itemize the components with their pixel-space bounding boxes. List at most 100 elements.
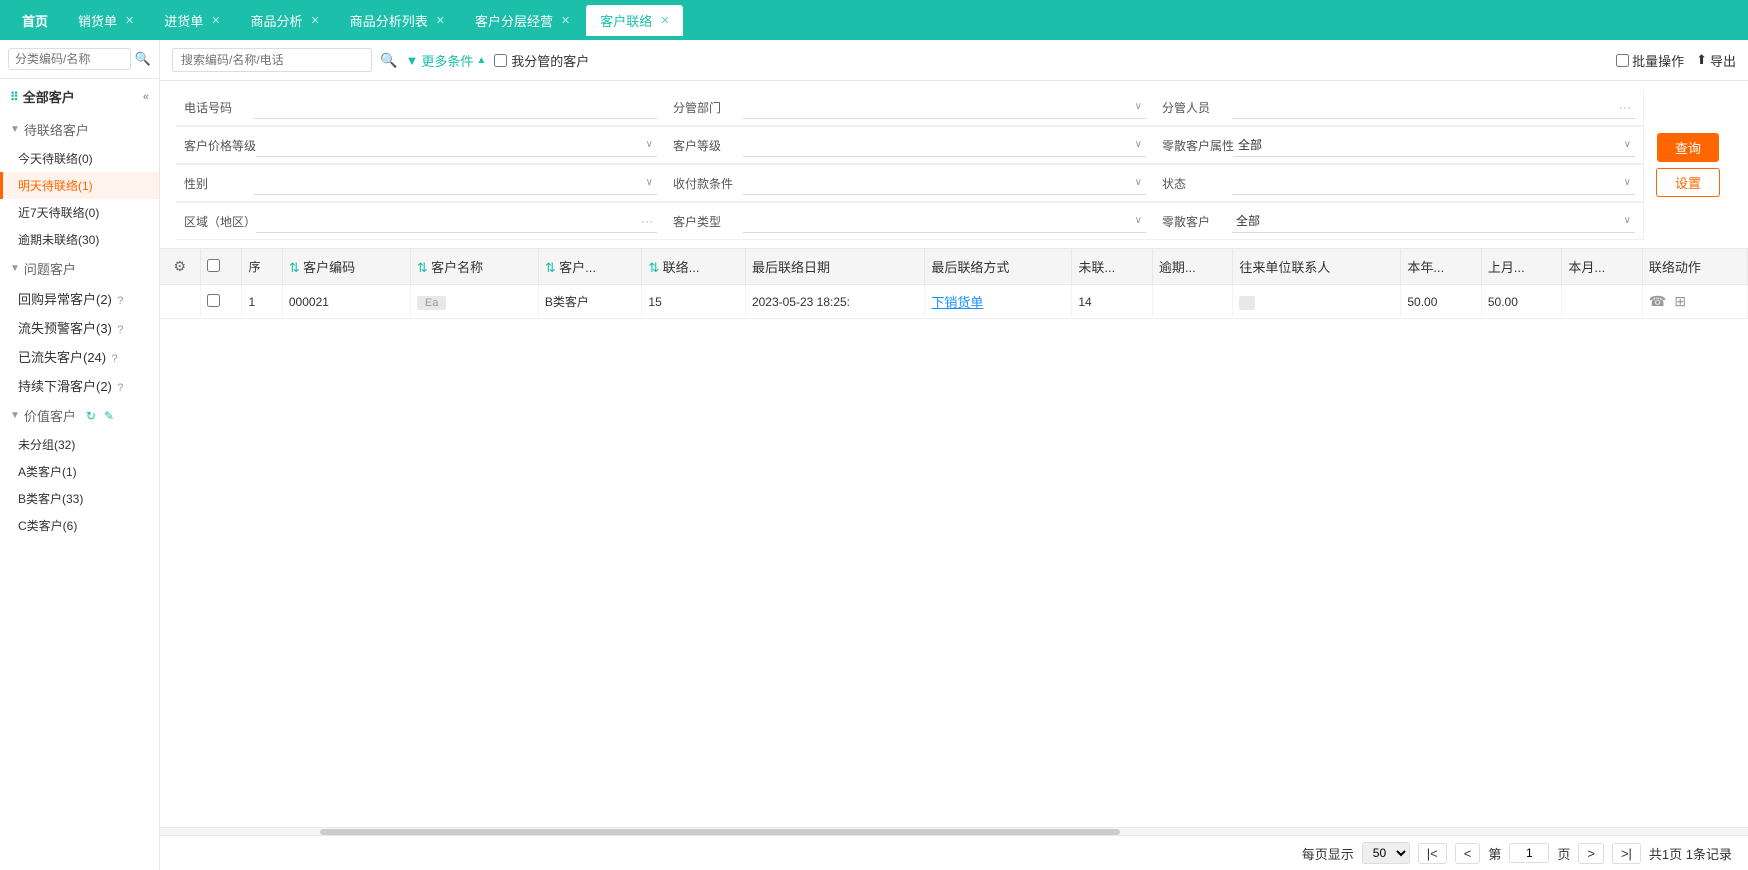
th-last-month[interactable]: 上月... — [1481, 249, 1562, 285]
th-this-year[interactable]: 本年... — [1401, 249, 1482, 285]
set-button[interactable]: 设置 — [1656, 168, 1720, 197]
export-button[interactable]: ⬆ 导出 — [1696, 51, 1736, 70]
gender-select[interactable]: ∨ — [254, 171, 657, 195]
sidebar-item-tomorrow[interactable]: 明天待联络(1) — [0, 172, 159, 199]
retail-customer-select[interactable]: 全部 ∨ — [1232, 209, 1635, 233]
customer-level-select[interactable]: ∨ — [743, 133, 1146, 157]
sidebar-item-7days[interactable]: 近7天待联络(0) — [0, 199, 159, 226]
status-select[interactable]: ∨ — [1232, 171, 1635, 195]
top-nav: 首页 销货单 ✕ 进货单 ✕ 商品分析 ✕ 商品分析列表 ✕ 客户分层经营 ✕ … — [0, 0, 1748, 40]
sidebar-item-repurchase[interactable]: 回购异常客户(2) ? — [0, 284, 159, 313]
nav-close-sales[interactable]: ✕ — [125, 14, 134, 27]
th-name[interactable]: ⇅ 客户名称 — [410, 249, 538, 285]
th-overdue[interactable]: 逾期... — [1152, 249, 1233, 285]
th-this-month[interactable]: 本月... — [1562, 249, 1643, 285]
th-num[interactable]: 序 — [242, 249, 282, 285]
sidebar-collapse-icon[interactable]: « — [143, 91, 149, 103]
td-num: 1 — [242, 285, 282, 319]
sidebar-item-ungrouped[interactable]: 未分组(32) — [0, 431, 159, 458]
region-input[interactable]: ··· — [256, 209, 657, 233]
nav-close-purchase[interactable]: ✕ — [211, 14, 220, 27]
sidebar-item-a-class[interactable]: A类客户(1) — [0, 458, 159, 485]
customer-type-select[interactable]: ∨ — [743, 209, 1146, 233]
price-level-label: 客户价格等级 — [184, 137, 256, 154]
page-size-select[interactable]: 50 — [1362, 842, 1410, 864]
nav-product-analysis[interactable]: 商品分析 ✕ — [236, 5, 333, 36]
batch-op-checkbox[interactable] — [1616, 54, 1629, 67]
sidebar-item-b-class[interactable]: B类客户(33) — [0, 485, 159, 512]
sidebar-search-icon[interactable]: 🔍 — [135, 51, 151, 67]
search-input[interactable] — [172, 48, 372, 72]
sidebar-value-group[interactable]: ▼ 价值客户 ↻ ✎ — [0, 400, 159, 431]
dept-select[interactable]: ∨ — [743, 95, 1146, 119]
td-last-method[interactable]: 下销货单 — [925, 285, 1072, 319]
last-page-button[interactable]: >| — [1612, 843, 1641, 864]
more-conditions-button[interactable]: ▼ 更多条件 ▲ — [405, 51, 486, 70]
price-level-select[interactable]: ∨ — [256, 133, 657, 157]
manager-input[interactable]: ··· — [1232, 95, 1635, 119]
th-customer-type[interactable]: ⇅ 客户... — [538, 249, 642, 285]
td-this-year: 50.00 — [1401, 285, 1482, 319]
select-all-checkbox[interactable] — [207, 259, 220, 272]
search-button[interactable]: 🔍 — [380, 52, 397, 69]
nav-close-product-list[interactable]: ✕ — [436, 14, 445, 27]
sidebar-item-declining[interactable]: 持续下滑客户(2) ? — [0, 371, 159, 400]
sidebar-problem-group[interactable]: ▼ 问题客户 — [0, 253, 159, 284]
nav-home[interactable]: 首页 — [8, 5, 62, 36]
action-phone-icon[interactable]: ☎ — [1649, 293, 1666, 310]
sidebar-item-churn-warning[interactable]: 流失预警客户(3) ? — [0, 313, 159, 342]
nav-product-analysis-list[interactable]: 商品分析列表 ✕ — [336, 5, 459, 36]
next-page-button[interactable]: > — [1578, 843, 1604, 864]
query-button[interactable]: 查询 — [1657, 133, 1719, 162]
refresh-icon[interactable]: ↻ — [86, 409, 96, 423]
sidebar-search-input[interactable] — [8, 48, 131, 70]
last-contact-link[interactable]: 下销货单 — [931, 295, 983, 310]
nav-purchase-order[interactable]: 进货单 ✕ — [150, 5, 234, 36]
th-contact[interactable]: ⇅ 联络... — [642, 249, 746, 285]
nav-customer-contact[interactable]: 客户联络 ✕ — [586, 5, 683, 36]
manager-dots-icon[interactable]: ··· — [1619, 100, 1631, 114]
sidebar-all-customers[interactable]: ⠿ 全部客户 « — [0, 79, 159, 114]
sidebar-item-c-class[interactable]: C类客户(6) — [0, 512, 159, 539]
th-unit-contact[interactable]: 往来单位联系人 — [1233, 249, 1401, 285]
table-row: 1 000021 Ea B类客户 15 2023-05-23 18:25: 下销… — [160, 285, 1748, 319]
scrollbar-thumb[interactable] — [320, 829, 1120, 835]
sidebar-item-today[interactable]: 今天待联络(0) — [0, 145, 159, 172]
retail-attr-select[interactable]: 全部 ∨ — [1234, 133, 1635, 157]
nav-customer-tier[interactable]: 客户分层经营 ✕ — [461, 5, 584, 36]
prev-page-button[interactable]: < — [1455, 843, 1481, 864]
phone-input[interactable] — [254, 95, 657, 119]
help-icon-churned: ? — [111, 353, 117, 365]
nav-close-product[interactable]: ✕ — [311, 14, 320, 27]
edit-icon[interactable]: ✎ — [104, 409, 114, 423]
help-icon-repurchase: ? — [117, 295, 123, 307]
my-customers-checkbox[interactable] — [494, 54, 507, 67]
th-gear[interactable]: ⚙ — [160, 249, 200, 285]
th-last-method[interactable]: 最后联络方式 — [925, 249, 1072, 285]
nav-close-contact[interactable]: ✕ — [660, 14, 669, 27]
first-page-button[interactable]: |< — [1418, 843, 1447, 864]
sidebar-item-overdue[interactable]: 逾期未联络(30) — [0, 226, 159, 253]
horizontal-scrollbar[interactable] — [160, 827, 1748, 835]
sidebar: 🔍 ⠿ 全部客户 « ▼ 待联络客户 今天待联络(0) 明天待联络(1) 近7天… — [0, 40, 160, 870]
th-code[interactable]: ⇅ 客户编码 — [282, 249, 410, 285]
sidebar-search-area: 🔍 — [0, 40, 159, 79]
th-last-date[interactable]: 最后联络日期 — [745, 249, 924, 285]
row-checkbox[interactable] — [207, 294, 220, 307]
th-not-contacted[interactable]: 未联... — [1072, 249, 1153, 285]
action-grid-icon[interactable]: ⊞ — [1674, 293, 1686, 310]
phone-label: 电话号码 — [184, 99, 254, 116]
batch-op-button[interactable]: 批量操作 — [1616, 51, 1684, 70]
nav-sales-order[interactable]: 销货单 ✕ — [64, 5, 148, 36]
my-customers-checkbox-label[interactable]: 我分管的客户 — [494, 51, 589, 70]
region-label: 区域（地区） — [184, 213, 256, 230]
payment-select[interactable]: ∨ — [743, 171, 1146, 195]
table-area: ⚙ 序 ⇅ 客户编码 ⇅ 客户名称 ⇅ 客户... — [160, 249, 1748, 827]
gender-cell: 性别 ∨ — [176, 165, 665, 202]
sidebar-pending-group[interactable]: ▼ 待联络客户 — [0, 114, 159, 145]
nav-close-tier[interactable]: ✕ — [561, 14, 570, 27]
sidebar-item-churned[interactable]: 已流失客户(24) ? — [0, 342, 159, 371]
page-number-input[interactable] — [1509, 843, 1549, 863]
customer-level-dropdown-icon: ∨ — [1135, 139, 1142, 150]
region-dots-icon[interactable]: ··· — [641, 214, 653, 228]
